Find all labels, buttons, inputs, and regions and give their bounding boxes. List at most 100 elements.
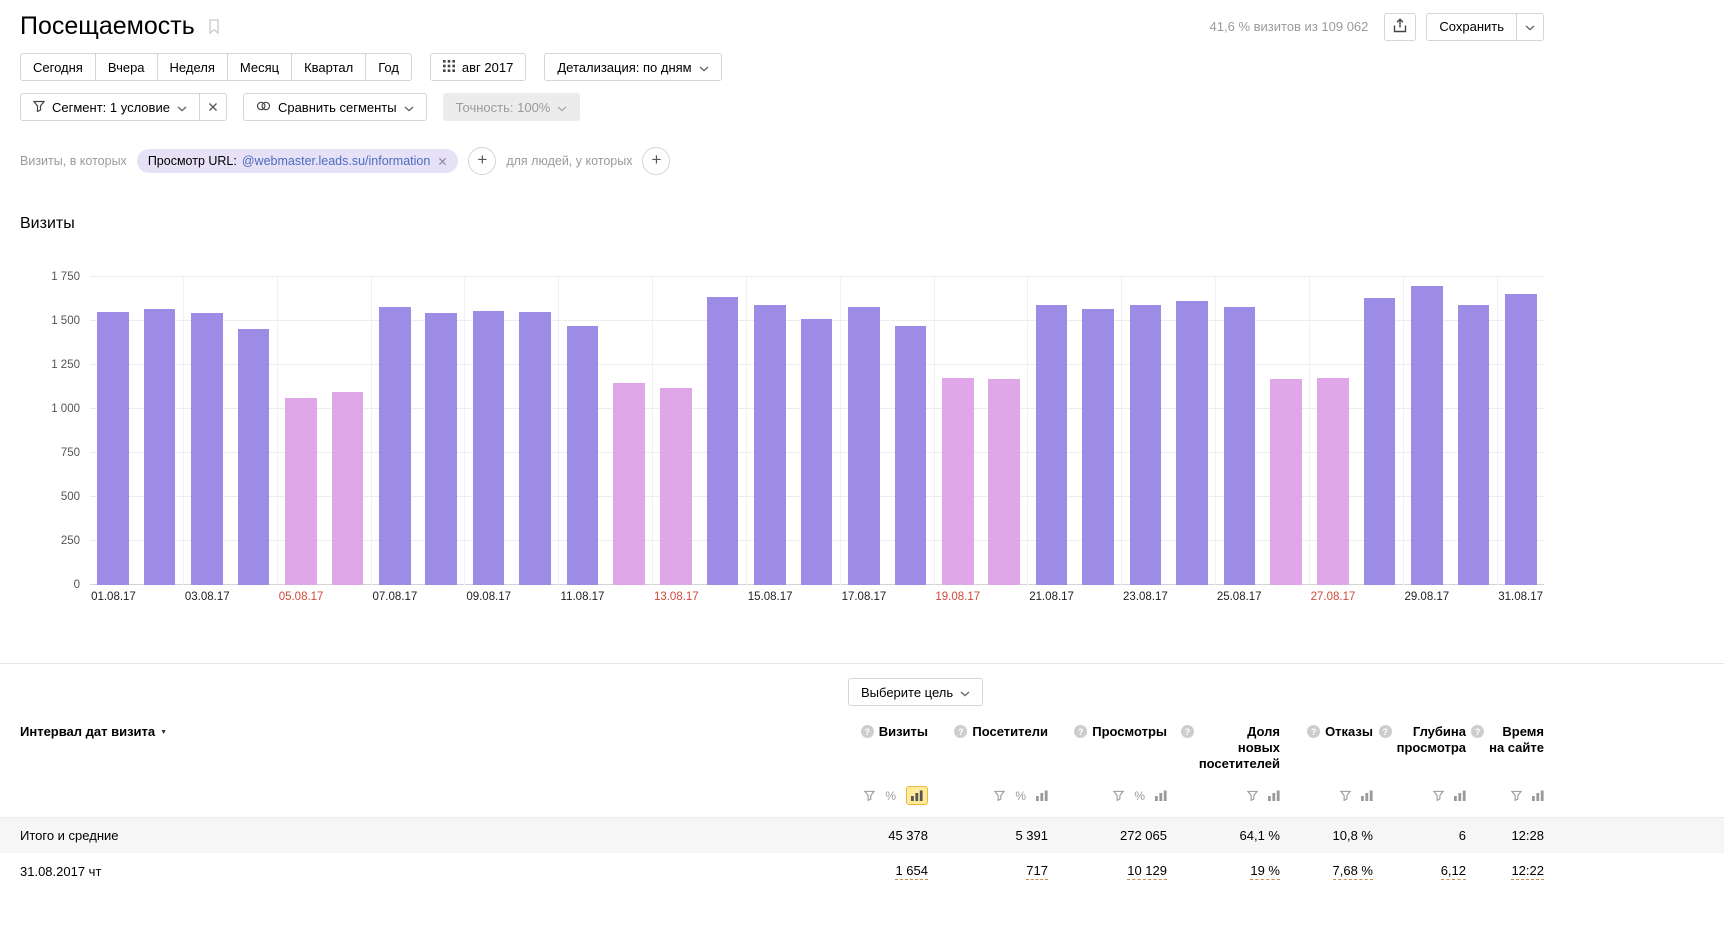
bar-chart-icon[interactable] <box>1036 790 1048 801</box>
bar-09.08.17[interactable] <box>472 310 505 585</box>
export-button[interactable] <box>1384 12 1417 41</box>
bar-28.08.17[interactable] <box>1363 298 1396 585</box>
bar-chart-icon[interactable] <box>1454 790 1466 801</box>
filter-funnel-icon[interactable] <box>1113 790 1125 801</box>
bar-31.08.17[interactable] <box>1505 293 1537 585</box>
column-header-2[interactable]: ? Просмотры <box>1048 724 1167 772</box>
bar-chart-icon[interactable] <box>1361 790 1373 801</box>
month-picker-button[interactable]: авг 2017 <box>429 53 527 81</box>
bar-11.08.17[interactable] <box>566 325 599 585</box>
save-dropdown-button[interactable] <box>1516 12 1544 41</box>
bar-13.08.17[interactable] <box>660 387 693 585</box>
period-button-4[interactable]: Квартал <box>291 53 367 81</box>
bar-10.08.17[interactable] <box>519 312 551 585</box>
metric-value[interactable]: 717 <box>1026 863 1048 880</box>
bar-chart-icon[interactable] <box>1532 790 1544 801</box>
add-people-condition-button[interactable]: + <box>642 147 671 175</box>
bar-14.08.17[interactable] <box>706 296 739 585</box>
bookmark-icon[interactable] <box>208 18 220 35</box>
bar-26.08.17[interactable] <box>1269 378 1302 585</box>
metric-value[interactable]: 6,12 <box>1440 863 1466 880</box>
metric-value[interactable]: 1 654 <box>895 863 928 880</box>
period-button-5[interactable]: Год <box>365 53 412 81</box>
select-goal-button[interactable]: Выберите цель <box>848 678 984 706</box>
help-icon[interactable]: ? <box>1180 725 1194 738</box>
close-icon <box>208 100 218 115</box>
bar-01.08.17[interactable] <box>97 311 129 585</box>
compare-segments-button[interactable]: Сравнить сегменты <box>242 93 427 121</box>
accuracy-button[interactable]: Точность: 100% <box>442 93 581 121</box>
help-icon[interactable]: ? <box>1307 725 1321 738</box>
bar-22.08.17[interactable] <box>1082 309 1114 585</box>
y-axis-label: 1 000 <box>51 403 80 415</box>
x-slot <box>1356 591 1403 603</box>
percent-icon[interactable]: % <box>885 790 896 802</box>
x-axis-label: 01.08.17 <box>91 591 136 603</box>
chip-close-icon[interactable] <box>438 157 447 166</box>
help-icon[interactable]: ? <box>954 725 968 738</box>
bar-07.08.17[interactable] <box>378 306 411 585</box>
help-icon[interactable]: ? <box>1471 725 1485 738</box>
date-interval-header[interactable]: Интервал дат визита ▼ <box>20 724 167 739</box>
column-header-1[interactable]: ? Посетители <box>928 724 1048 772</box>
filter-funnel-icon[interactable] <box>1340 790 1351 801</box>
filter-funnel-icon[interactable] <box>864 790 876 801</box>
segment-clear-button[interactable] <box>198 93 227 121</box>
url-filter-chip[interactable]: Просмотр URL: @webmaster.leads.su/inform… <box>136 149 459 173</box>
bar-21.08.17[interactable] <box>1035 305 1068 585</box>
bar-15.08.17[interactable] <box>754 305 786 585</box>
percent-icon[interactable]: % <box>1134 790 1145 802</box>
filter-funnel-icon[interactable] <box>1433 790 1444 801</box>
bar-24.08.17[interactable] <box>1176 301 1208 585</box>
bar-16.08.17[interactable] <box>800 319 833 585</box>
percent-icon[interactable]: % <box>1015 790 1026 802</box>
bar-27.08.17[interactable] <box>1317 378 1349 585</box>
metric-value[interactable]: 12:22 <box>1511 863 1544 880</box>
column-header-3[interactable]: ? Доля новых посетителей <box>1167 724 1280 772</box>
metric-value[interactable]: 7,68 % <box>1332 863 1373 880</box>
filter-funnel-icon[interactable] <box>1247 790 1258 801</box>
column-label: Визиты <box>878 724 928 739</box>
bar-05.08.17[interactable] <box>285 398 317 585</box>
bar-18.08.17[interactable] <box>894 326 927 585</box>
chip-url-link[interactable]: @webmaster.leads.su/information <box>242 154 430 168</box>
bar-02.08.17[interactable] <box>143 308 176 585</box>
bar-04.08.17[interactable] <box>237 328 270 585</box>
column-header-6[interactable]: ? Время на сайте <box>1466 724 1544 772</box>
save-button[interactable]: Сохранить <box>1426 12 1517 41</box>
bar-20.08.17[interactable] <box>988 379 1020 585</box>
segment-button[interactable]: Сегмент: 1 условие <box>20 93 200 121</box>
column-header-4[interactable]: ? Отказы <box>1280 724 1373 772</box>
period-button-3[interactable]: Месяц <box>226 53 293 81</box>
bar-08.08.17[interactable] <box>425 312 457 585</box>
metric-value[interactable]: 19 % <box>1250 863 1280 880</box>
bar-17.08.17[interactable] <box>848 307 880 585</box>
help-icon[interactable]: ? <box>1378 725 1392 738</box>
add-visit-condition-button[interactable]: + <box>468 147 497 175</box>
bar-03.08.17[interactable] <box>191 312 223 585</box>
column-header-0[interactable]: ? Визиты <box>848 724 928 772</box>
bar-23.08.17[interactable] <box>1129 304 1162 585</box>
bar-29.08.17[interactable] <box>1411 286 1443 585</box>
row-label: Итого и средние <box>20 828 119 843</box>
bar-30.08.17[interactable] <box>1457 304 1490 585</box>
period-button-1[interactable]: Вчера <box>94 53 158 81</box>
period-button-0[interactable]: Сегодня <box>20 53 96 81</box>
bar-chart-icon-active[interactable] <box>906 786 928 805</box>
filter-funnel-icon[interactable] <box>994 790 1006 801</box>
help-icon[interactable]: ? <box>860 725 874 738</box>
bar-06.08.17[interactable] <box>331 391 364 585</box>
help-icon[interactable]: ? <box>1074 725 1088 738</box>
bar-25.08.17[interactable] <box>1223 306 1256 585</box>
bar-19.08.17[interactable] <box>942 378 974 585</box>
period-button-2[interactable]: Неделя <box>156 53 228 81</box>
bar-12.08.17[interactable] <box>613 382 645 585</box>
bar-chart-icon[interactable] <box>1155 790 1167 801</box>
filter-funnel-icon[interactable] <box>1511 790 1522 801</box>
column-controls-6 <box>1466 786 1544 805</box>
row-label[interactable]: 31.08.2017 чт <box>0 864 848 879</box>
detalization-button[interactable]: Детализация: по дням <box>544 53 722 81</box>
metric-value[interactable]: 10 129 <box>1127 863 1167 880</box>
column-header-5[interactable]: ? Глубина просмотра <box>1373 724 1466 772</box>
bar-chart-icon[interactable] <box>1268 790 1280 801</box>
